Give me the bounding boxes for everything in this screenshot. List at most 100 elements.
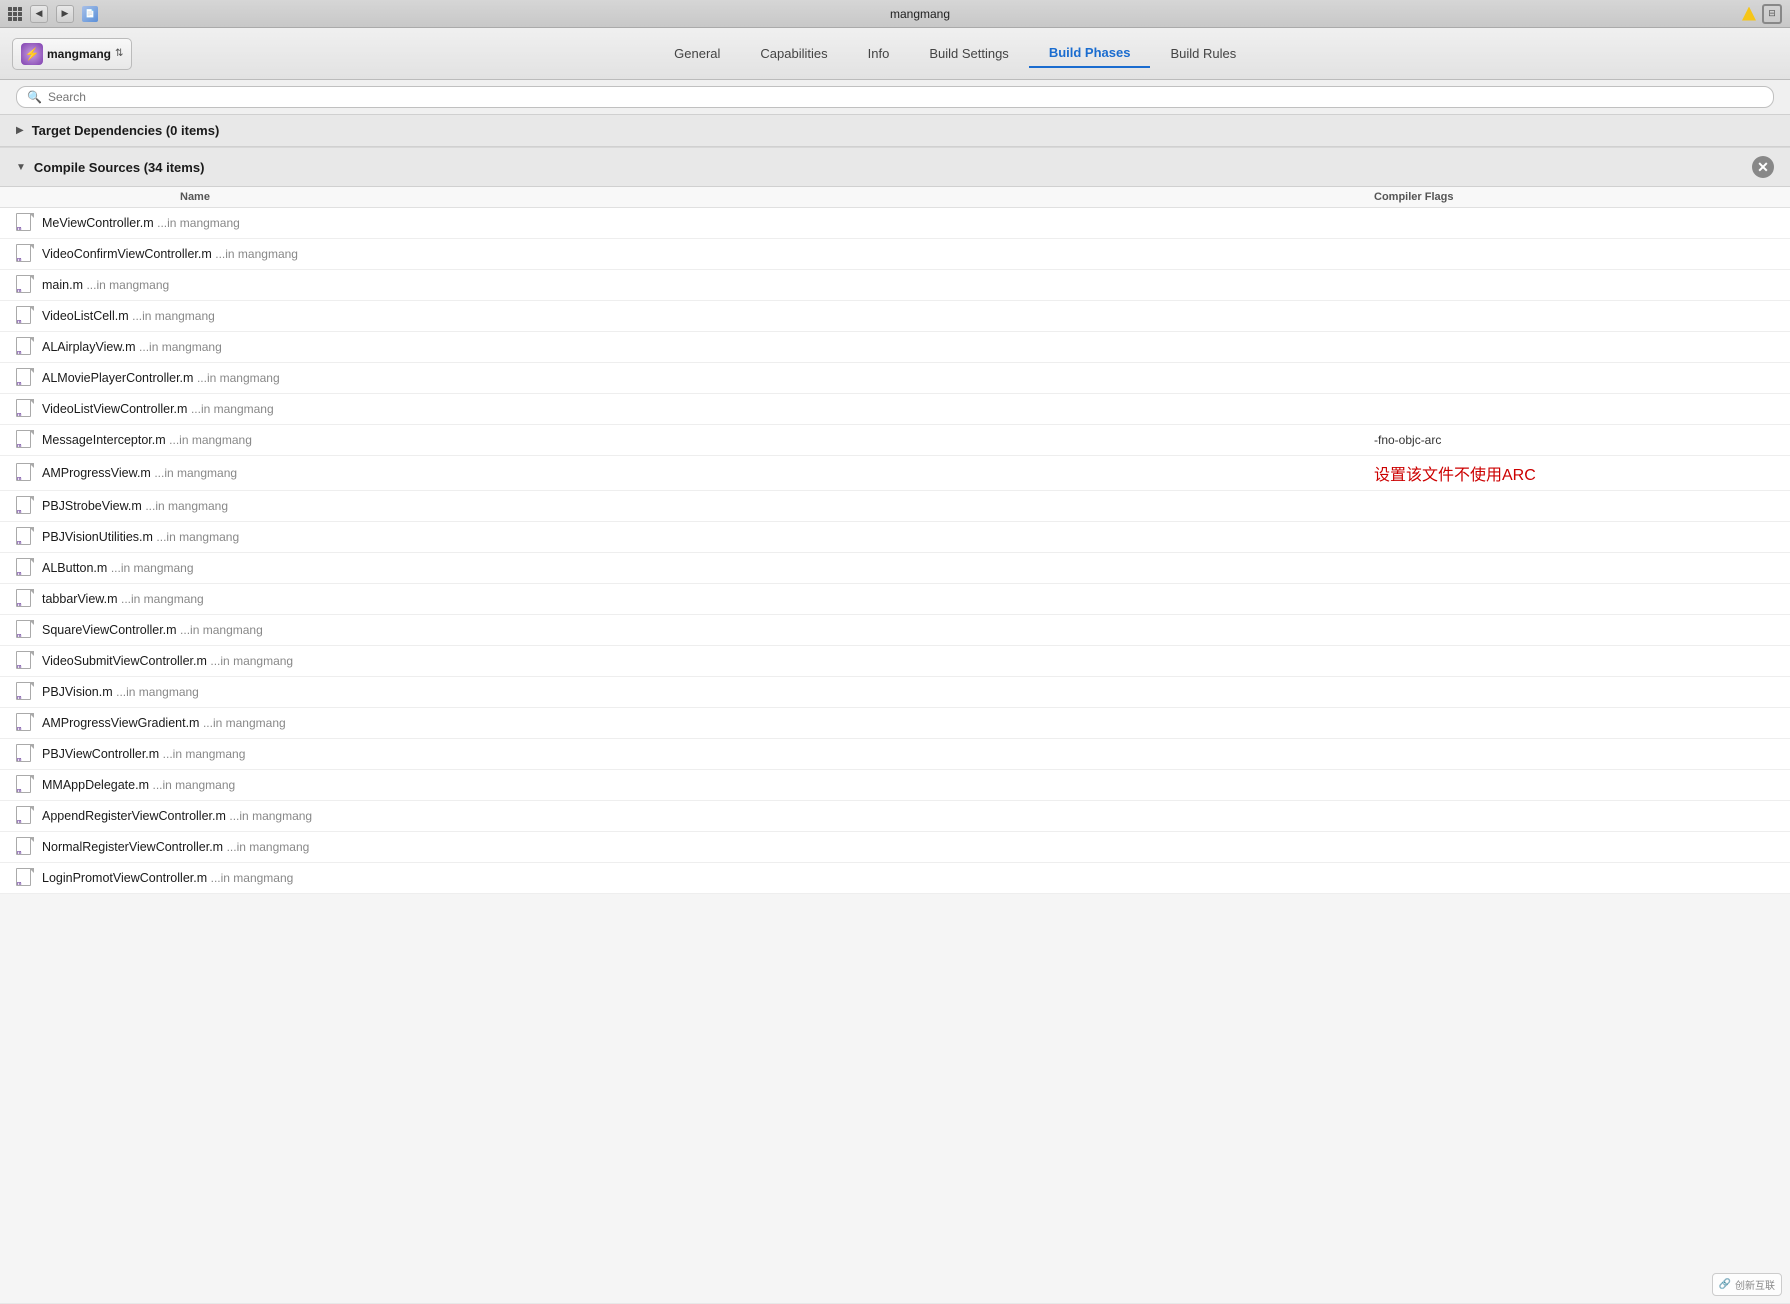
- file-name: VideoConfirmViewController.m ...in mangm…: [42, 247, 1374, 261]
- section-compile-sources-title: Compile Sources (34 items): [34, 160, 205, 175]
- forward-button[interactable]: ▶: [56, 5, 74, 23]
- tab-info[interactable]: Info: [848, 40, 910, 67]
- file-icon: m: [16, 806, 34, 826]
- warning-icon: [1742, 7, 1756, 21]
- file-name: ALButton.m ...in mangmang: [42, 561, 1374, 575]
- tab-bar: General Capabilities Info Build Settings…: [132, 39, 1778, 68]
- main-content: ▶ Target Dependencies (0 items) ▼ Compil…: [0, 115, 1790, 1303]
- table-row[interactable]: m main.m ...in mangmang: [0, 270, 1790, 301]
- title-bar: ◀ ▶ 📄 mangmang ⊟: [0, 0, 1790, 28]
- file-icon: m: [16, 589, 34, 609]
- table-row[interactable]: m VideoSubmitViewController.m ...in mang…: [0, 646, 1790, 677]
- section-target-dependencies-title: Target Dependencies (0 items): [32, 123, 220, 138]
- file-icon: m: [16, 837, 34, 857]
- file-name: main.m ...in mangmang: [42, 278, 1374, 292]
- table-row[interactable]: m PBJViewController.m ...in mangmang: [0, 739, 1790, 770]
- file-name: PBJVision.m ...in mangmang: [42, 685, 1374, 699]
- file-icon: m: [16, 430, 34, 450]
- table-row[interactable]: m LoginPromotViewController.m ...in mang…: [0, 863, 1790, 894]
- file-icon: m: [16, 463, 34, 483]
- table-row[interactable]: m VideoListCell.m ...in mangmang: [0, 301, 1790, 332]
- file-name: ALMoviePlayerController.m ...in mangmang: [42, 371, 1374, 385]
- file-name: NormalRegisterViewController.m ...in man…: [42, 840, 1374, 854]
- file-name: MeViewController.m ...in mangmang: [42, 216, 1374, 230]
- file-icon: m: [16, 620, 34, 640]
- table-row[interactable]: m PBJStrobeView.m ...in mangmang: [0, 491, 1790, 522]
- back-button[interactable]: ◀: [30, 5, 48, 23]
- file-name: PBJVisionUtilities.m ...in mangmang: [42, 530, 1374, 544]
- file-name: AppendRegisterViewController.m ...in man…: [42, 809, 1374, 823]
- file-icon: m: [16, 275, 34, 295]
- file-icon: m: [16, 368, 34, 388]
- file-icon: m: [16, 527, 34, 547]
- table-row[interactable]: m NormalRegisterViewController.m ...in m…: [0, 832, 1790, 863]
- file-icon: m: [16, 713, 34, 733]
- section-compile-sources[interactable]: ▼ Compile Sources (34 items) ✕: [0, 147, 1790, 187]
- table-row[interactable]: m VideoConfirmViewController.m ...in man…: [0, 239, 1790, 270]
- file-icon: m: [16, 244, 34, 264]
- target-name: mangmang: [47, 47, 111, 61]
- file-icon: m: [16, 496, 34, 516]
- table-row[interactable]: m AppendRegisterViewController.m ...in m…: [0, 801, 1790, 832]
- file-name: tabbarView.m ...in mangmang: [42, 592, 1374, 606]
- watermark-text: 创新互联: [1735, 1277, 1775, 1292]
- grid-menu-button[interactable]: [8, 7, 22, 21]
- file-list-header: Name Compiler Flags: [0, 187, 1790, 208]
- tab-build-settings[interactable]: Build Settings: [909, 40, 1029, 67]
- file-icon: m: [16, 213, 34, 233]
- table-row[interactable]: m SquareViewController.m ...in mangmang: [0, 615, 1790, 646]
- table-row[interactable]: m ALAirplayView.m ...in mangmang: [0, 332, 1790, 363]
- section-action: ✕: [1752, 156, 1774, 178]
- table-row[interactable]: m AMProgressView.m ...in mangmang 设置该文件不…: [0, 456, 1790, 491]
- project-file-icon: 📄: [82, 6, 98, 22]
- table-row[interactable]: m MMAppDelegate.m ...in mangmang: [0, 770, 1790, 801]
- watermark-icon: 🔗: [1719, 1279, 1731, 1290]
- target-icon: [21, 43, 43, 65]
- target-chevron-icon: ⇅: [115, 48, 123, 59]
- title-bar-center: mangmang: [106, 7, 1734, 21]
- file-icon: m: [16, 651, 34, 671]
- tab-capabilities[interactable]: Capabilities: [740, 40, 847, 67]
- table-row[interactable]: m PBJVisionUtilities.m ...in mangmang: [0, 522, 1790, 553]
- table-row[interactable]: m VideoListViewController.m ...in mangma…: [0, 394, 1790, 425]
- file-icon: m: [16, 558, 34, 578]
- table-row[interactable]: m tabbarView.m ...in mangmang: [0, 584, 1790, 615]
- panel-toggle-button[interactable]: ⊟: [1762, 4, 1782, 24]
- file-name: VideoListViewController.m ...in mangmang: [42, 402, 1374, 416]
- target-selector[interactable]: mangmang ⇅: [12, 38, 132, 70]
- table-row[interactable]: m AMProgressViewGradient.m ...in mangman…: [0, 708, 1790, 739]
- table-row[interactable]: m ALMoviePlayerController.m ...in mangma…: [0, 363, 1790, 394]
- search-input[interactable]: [48, 90, 1763, 104]
- remove-compile-sources-button[interactable]: ✕: [1752, 156, 1774, 178]
- file-name: MMAppDelegate.m ...in mangmang: [42, 778, 1374, 792]
- title-bar-right: ⊟: [1742, 4, 1782, 24]
- file-name: ALAirplayView.m ...in mangmang: [42, 340, 1374, 354]
- section-target-dependencies[interactable]: ▶ Target Dependencies (0 items): [0, 115, 1790, 147]
- file-icon: m: [16, 399, 34, 419]
- file-name: AMProgressViewGradient.m ...in mangmang: [42, 716, 1374, 730]
- file-name: PBJStrobeView.m ...in mangmang: [42, 499, 1374, 513]
- compiler-flags: -fno-objc-arc: [1374, 433, 1774, 447]
- search-wrapper[interactable]: 🔍: [16, 86, 1774, 108]
- tab-general[interactable]: General: [654, 40, 740, 67]
- file-name: VideoListCell.m ...in mangmang: [42, 309, 1374, 323]
- file-icon: m: [16, 682, 34, 702]
- file-name: MessageInterceptor.m ...in mangmang: [42, 433, 1374, 447]
- file-name: AMProgressView.m ...in mangmang: [42, 466, 1374, 480]
- tab-build-phases[interactable]: Build Phases: [1029, 39, 1151, 68]
- table-row[interactable]: m MessageInterceptor.m ...in mangmang -f…: [0, 425, 1790, 456]
- search-icon: 🔍: [27, 90, 42, 104]
- window-title: mangmang: [890, 7, 950, 21]
- search-bar: 🔍: [0, 80, 1790, 115]
- col-name-header: Name: [180, 191, 1374, 203]
- watermark: 🔗 创新互联: [1712, 1273, 1782, 1296]
- compile-sources-file-list: Name Compiler Flags m MeViewController.m…: [0, 187, 1790, 894]
- toolbar: mangmang ⇅ General Capabilities Info Bui…: [0, 28, 1790, 80]
- table-row[interactable]: m PBJVision.m ...in mangmang: [0, 677, 1790, 708]
- file-icon: m: [16, 868, 34, 888]
- table-row[interactable]: m MeViewController.m ...in mangmang: [0, 208, 1790, 239]
- table-row[interactable]: m ALButton.m ...in mangmang: [0, 553, 1790, 584]
- arc-annotation: 设置该文件不使用ARC: [1374, 461, 1774, 485]
- tab-build-rules[interactable]: Build Rules: [1150, 40, 1256, 67]
- file-icon: m: [16, 337, 34, 357]
